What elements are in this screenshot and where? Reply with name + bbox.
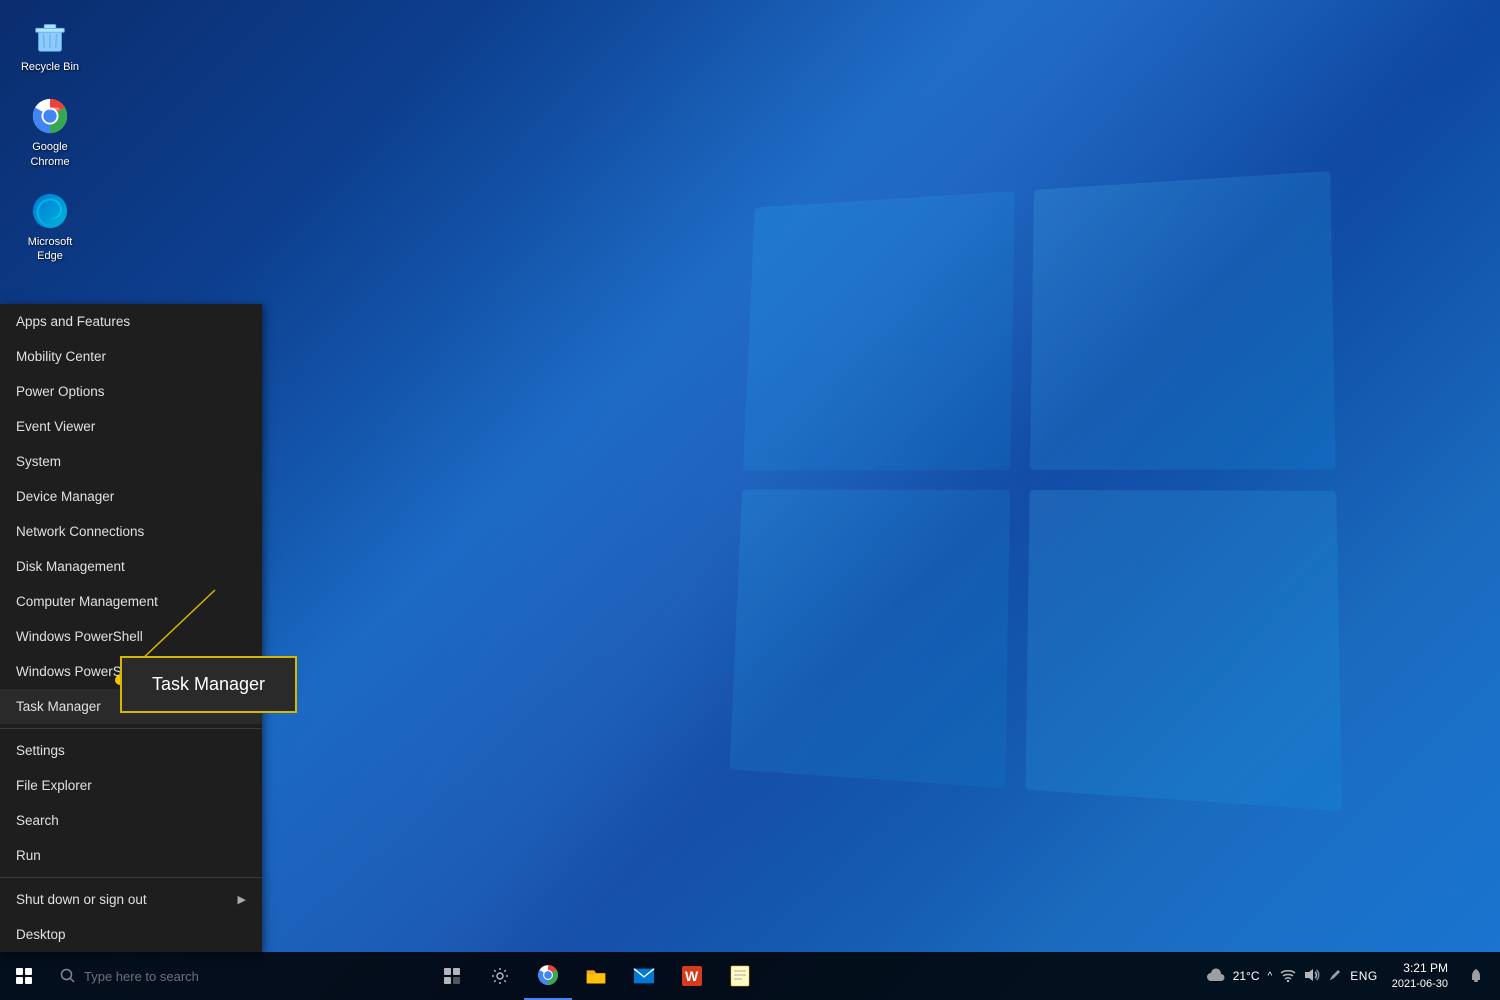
taskbar-file-explorer-button[interactable] xyxy=(572,952,620,1000)
menu-item-power-options[interactable]: Power Options xyxy=(0,374,262,409)
menu-item-desktop[interactable]: Desktop xyxy=(0,917,262,952)
stylus-icon xyxy=(1328,968,1342,982)
task-view-icon xyxy=(443,967,461,985)
desktop: Recycle Bin xyxy=(0,0,1500,1000)
menu-item-event-viewer[interactable]: Event Viewer xyxy=(0,409,262,444)
expand-tray-button[interactable]: ^ xyxy=(1266,969,1275,984)
system-clock[interactable]: 3:21 PM 2021-06-30 xyxy=(1384,960,1456,992)
file-explorer-icon xyxy=(585,966,607,986)
google-chrome-icon[interactable]: Google Chrome xyxy=(10,90,90,175)
windows-logo-decoration xyxy=(720,180,1320,780)
taskbar-search-bar[interactable]: Type here to search xyxy=(48,952,428,1000)
taskbar-notes-button[interactable] xyxy=(716,952,764,1000)
taskbar-office-button[interactable]: W xyxy=(668,952,716,1000)
search-icon xyxy=(60,968,76,984)
desktop-icons: Recycle Bin xyxy=(10,10,90,269)
svg-text:W: W xyxy=(685,968,699,984)
windows-start-icon xyxy=(16,968,32,984)
notes-icon xyxy=(730,965,750,987)
recycle-bin-label: Recycle Bin xyxy=(21,60,79,74)
system-tray: 21°C ^ xyxy=(1205,952,1500,1000)
notification-button[interactable] xyxy=(1460,952,1492,1000)
shut-down-arrow-icon: ▶ xyxy=(238,893,246,906)
notification-icon xyxy=(1468,968,1484,984)
weather-icon[interactable] xyxy=(1205,966,1227,987)
taskbar-chrome-button[interactable] xyxy=(524,952,572,1000)
menu-item-device-manager[interactable]: Device Manager xyxy=(0,479,262,514)
pen-icon[interactable] xyxy=(1326,966,1344,987)
microsoft-edge-label: Microsoft Edge xyxy=(16,235,84,264)
menu-item-run[interactable]: Run xyxy=(0,838,262,873)
menu-item-file-explorer[interactable]: File Explorer xyxy=(0,768,262,803)
google-chrome-label: Google Chrome xyxy=(16,140,84,169)
menu-item-windows-powershell[interactable]: Windows PowerShell xyxy=(0,619,262,654)
taskbar-settings-button[interactable] xyxy=(476,952,524,1000)
menu-item-search[interactable]: Search xyxy=(0,803,262,838)
menu-item-network-connections[interactable]: Network Connections xyxy=(0,514,262,549)
start-button[interactable] xyxy=(0,952,48,1000)
clock-date: 2021-06-30 xyxy=(1392,977,1448,992)
context-menu: Apps and Features Mobility Center Power … xyxy=(0,304,262,952)
microsoft-edge-icon[interactable]: Microsoft Edge xyxy=(10,185,90,270)
task-view-button[interactable] xyxy=(428,952,476,1000)
temperature-display: 21°C xyxy=(1231,967,1262,985)
cloud-icon xyxy=(1207,968,1225,982)
menu-item-disk-management[interactable]: Disk Management xyxy=(0,549,262,584)
volume-icon[interactable] xyxy=(1302,966,1322,987)
menu-divider-2 xyxy=(0,877,262,878)
recycle-bin-icon[interactable]: Recycle Bin xyxy=(10,10,90,80)
taskbar-chrome-icon xyxy=(537,964,559,986)
task-manager-tooltip: Task Manager xyxy=(120,656,297,713)
menu-item-computer-management[interactable]: Computer Management xyxy=(0,584,262,619)
taskbar-search-placeholder: Type here to search xyxy=(84,969,199,984)
taskbar: Type here to search xyxy=(0,952,1500,1000)
mail-icon xyxy=(633,967,655,985)
language-display[interactable]: ENG xyxy=(1348,967,1380,985)
taskbar-mail-button[interactable] xyxy=(620,952,668,1000)
menu-item-shut-down[interactable]: Shut down or sign out ▶ xyxy=(0,882,262,917)
menu-item-apps-features[interactable]: Apps and Features xyxy=(0,304,262,339)
menu-item-system[interactable]: System xyxy=(0,444,262,479)
office-icon: W xyxy=(681,965,703,987)
clock-time: 3:21 PM xyxy=(1392,960,1448,977)
wifi-icon xyxy=(1280,968,1296,982)
network-icon[interactable] xyxy=(1278,966,1298,987)
menu-item-settings[interactable]: Settings xyxy=(0,733,262,768)
menu-divider-1 xyxy=(0,728,262,729)
speaker-icon xyxy=(1304,968,1320,982)
menu-item-mobility-center[interactable]: Mobility Center xyxy=(0,339,262,374)
settings-icon xyxy=(491,967,509,985)
